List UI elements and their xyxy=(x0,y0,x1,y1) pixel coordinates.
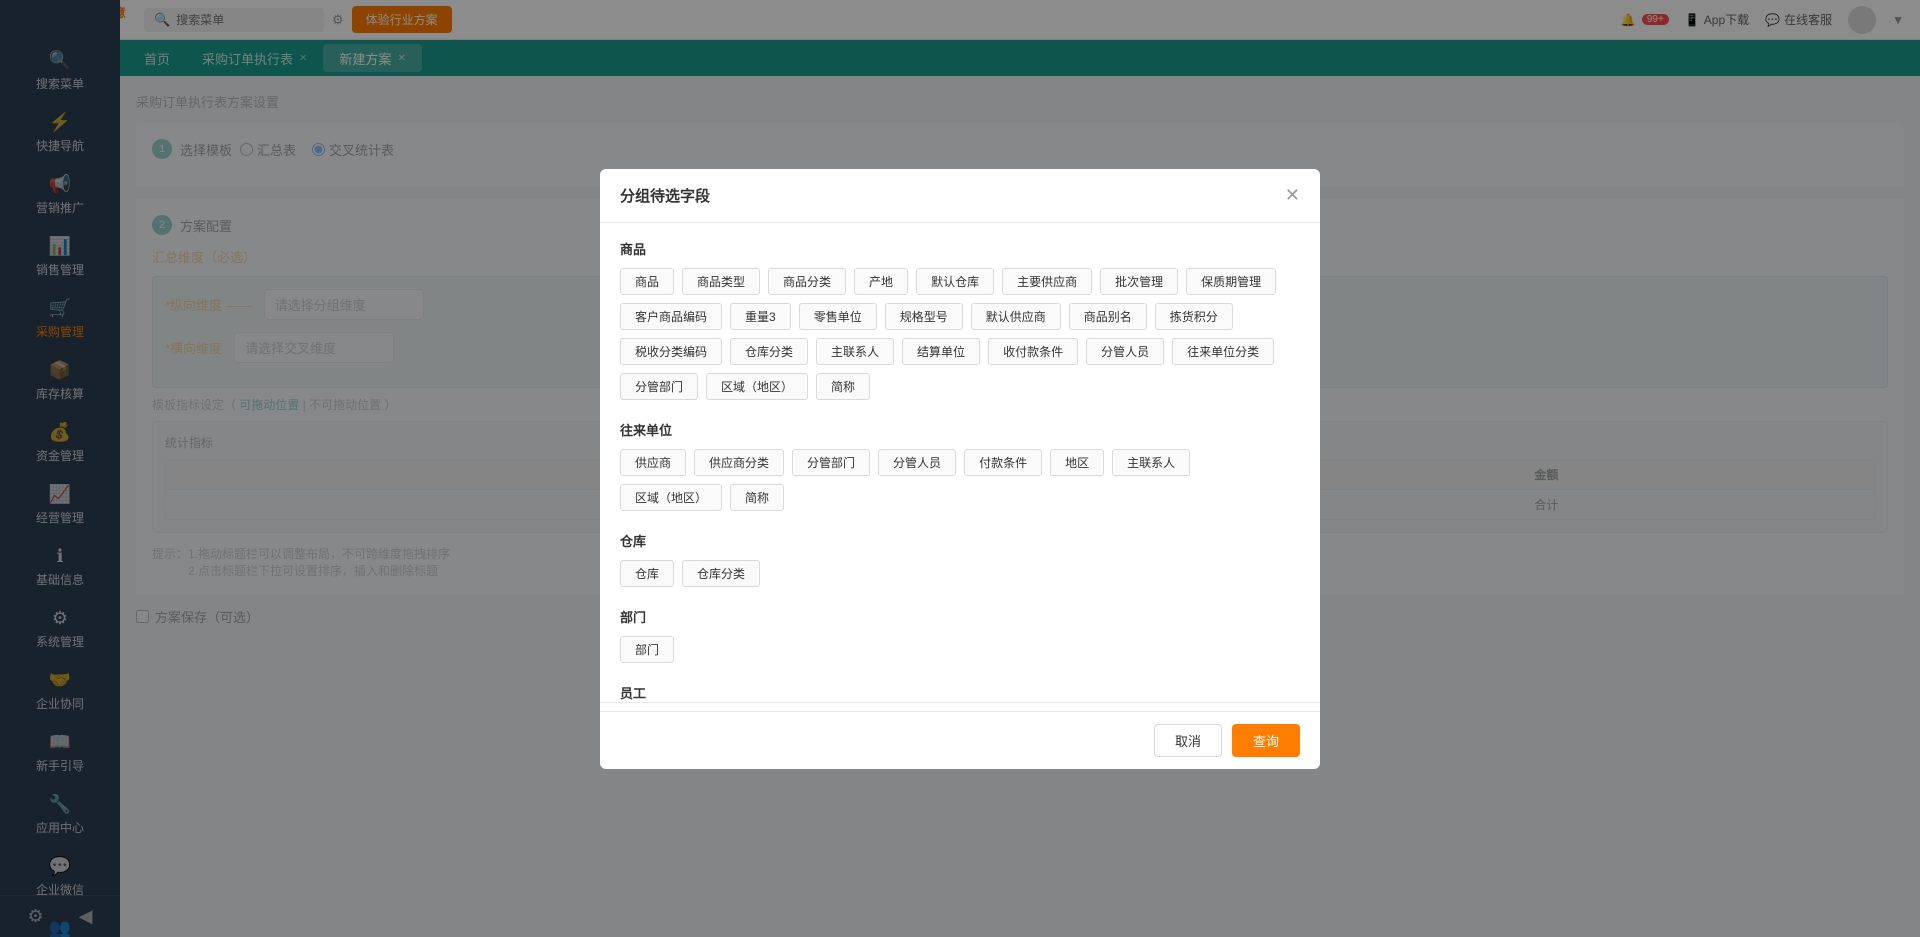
cancel-button[interactable]: 取消 xyxy=(1154,724,1222,757)
field-tag-shortname-partner[interactable]: 简称 xyxy=(730,484,784,511)
field-tag-supplier-category[interactable]: 供应商分类 xyxy=(694,449,784,476)
section-product: 商品 商品 商品类型 商品分类 产地 默认仓库 主要供应商 批次管理 保质期管理… xyxy=(620,239,1300,400)
field-tag-region-detail-partner[interactable]: 区域（地区） xyxy=(620,484,722,511)
field-tag-dept-manager[interactable]: 分管人员 xyxy=(1086,338,1164,365)
section-product-title: 商品 xyxy=(620,239,1300,258)
modal-hscrollbar[interactable] xyxy=(600,702,1320,711)
section-partner-title: 往来单位 xyxy=(620,420,1300,439)
warehouse-field-tags: 仓库 仓库分类 xyxy=(620,560,1300,587)
field-tag-product-category[interactable]: 商品分类 xyxy=(768,268,846,295)
modal-title: 分组待选字段 xyxy=(620,185,710,206)
field-tag-weight3[interactable]: 重量3 xyxy=(730,303,791,330)
modal-body[interactable]: 商品 商品 商品类型 商品分类 产地 默认仓库 主要供应商 批次管理 保质期管理… xyxy=(600,223,1320,702)
dept-field-tags: 部门 xyxy=(620,636,1300,663)
confirm-button[interactable]: 查询 xyxy=(1232,724,1300,757)
section-warehouse-title: 仓库 xyxy=(620,531,1300,550)
modal-footer: 取消 查询 xyxy=(600,711,1320,769)
field-tag-product-type[interactable]: 商品类型 xyxy=(682,268,760,295)
field-tag-customer-code[interactable]: 客户商品编码 xyxy=(620,303,722,330)
field-tag-default-supplier[interactable]: 默认供应商 xyxy=(971,303,1061,330)
field-tag-warehouse[interactable]: 仓库 xyxy=(620,560,674,587)
field-tag-region-product[interactable]: 区域（地区） xyxy=(706,373,808,400)
field-tag-warehouse-category[interactable]: 仓库分类 xyxy=(730,338,808,365)
modal-close-button[interactable]: ✕ xyxy=(1285,185,1300,206)
field-tag-partner-category[interactable]: 往来单位分类 xyxy=(1172,338,1274,365)
modal-header: 分组待选字段 ✕ xyxy=(600,169,1320,223)
field-tag-retail-unit[interactable]: 零售单位 xyxy=(799,303,877,330)
field-tag-region-partner[interactable]: 地区 xyxy=(1050,449,1104,476)
field-tag-dept[interactable]: 部门 xyxy=(620,636,674,663)
field-tag-batch-mgmt[interactable]: 批次管理 xyxy=(1100,268,1178,295)
section-dept-title: 部门 xyxy=(620,607,1300,626)
field-tag-shortname-product[interactable]: 简称 xyxy=(816,373,870,400)
section-dept: 部门 部门 xyxy=(620,607,1300,663)
field-tag-warehouse-cat[interactable]: 仓库分类 xyxy=(682,560,760,587)
field-tag-dept-manager-partner[interactable]: 分管人员 xyxy=(878,449,956,476)
field-tag-main-supplier[interactable]: 主要供应商 xyxy=(1002,268,1092,295)
field-tag-default-warehouse[interactable]: 默认仓库 xyxy=(916,268,994,295)
section-employee-title: 员工 xyxy=(620,683,1300,702)
field-tag-main-contact-partner[interactable]: 主联系人 xyxy=(1112,449,1190,476)
product-field-tags: 商品 商品类型 商品分类 产地 默认仓库 主要供应商 批次管理 保质期管理 客户… xyxy=(620,268,1300,400)
field-tag-payment-terms-partner[interactable]: 付款条件 xyxy=(964,449,1042,476)
field-tag-origin[interactable]: 产地 xyxy=(854,268,908,295)
modal-overlay: 分组待选字段 ✕ 商品 商品 商品类型 商品分类 产地 默认仓库 主要供应商 批… xyxy=(0,0,1920,937)
field-tag-supplier[interactable]: 供应商 xyxy=(620,449,686,476)
field-tag-pick-points[interactable]: 拣货积分 xyxy=(1155,303,1233,330)
section-employee: 员工 业务员 xyxy=(620,683,1300,702)
field-tag-dept-managed-partner[interactable]: 分管部门 xyxy=(792,449,870,476)
field-tag-payment-terms[interactable]: 收付款条件 xyxy=(988,338,1078,365)
field-tag-shelf-life[interactable]: 保质期管理 xyxy=(1186,268,1276,295)
section-partner: 往来单位 供应商 供应商分类 分管部门 分管人员 付款条件 地区 主联系人 区域… xyxy=(620,420,1300,511)
field-tag-spec-model[interactable]: 规格型号 xyxy=(885,303,963,330)
field-select-modal: 分组待选字段 ✕ 商品 商品 商品类型 商品分类 产地 默认仓库 主要供应商 批… xyxy=(600,169,1320,769)
field-tag-settlement-unit[interactable]: 结算单位 xyxy=(902,338,980,365)
section-warehouse: 仓库 仓库 仓库分类 xyxy=(620,531,1300,587)
field-tag-dept-managed[interactable]: 分管部门 xyxy=(620,373,698,400)
field-tag-tax-code[interactable]: 税收分类编码 xyxy=(620,338,722,365)
field-tag-product[interactable]: 商品 xyxy=(620,268,674,295)
field-tag-product-alias[interactable]: 商品别名 xyxy=(1069,303,1147,330)
field-tag-main-contact[interactable]: 主联系人 xyxy=(816,338,894,365)
partner-field-tags: 供应商 供应商分类 分管部门 分管人员 付款条件 地区 主联系人 区域（地区） … xyxy=(620,449,1300,511)
